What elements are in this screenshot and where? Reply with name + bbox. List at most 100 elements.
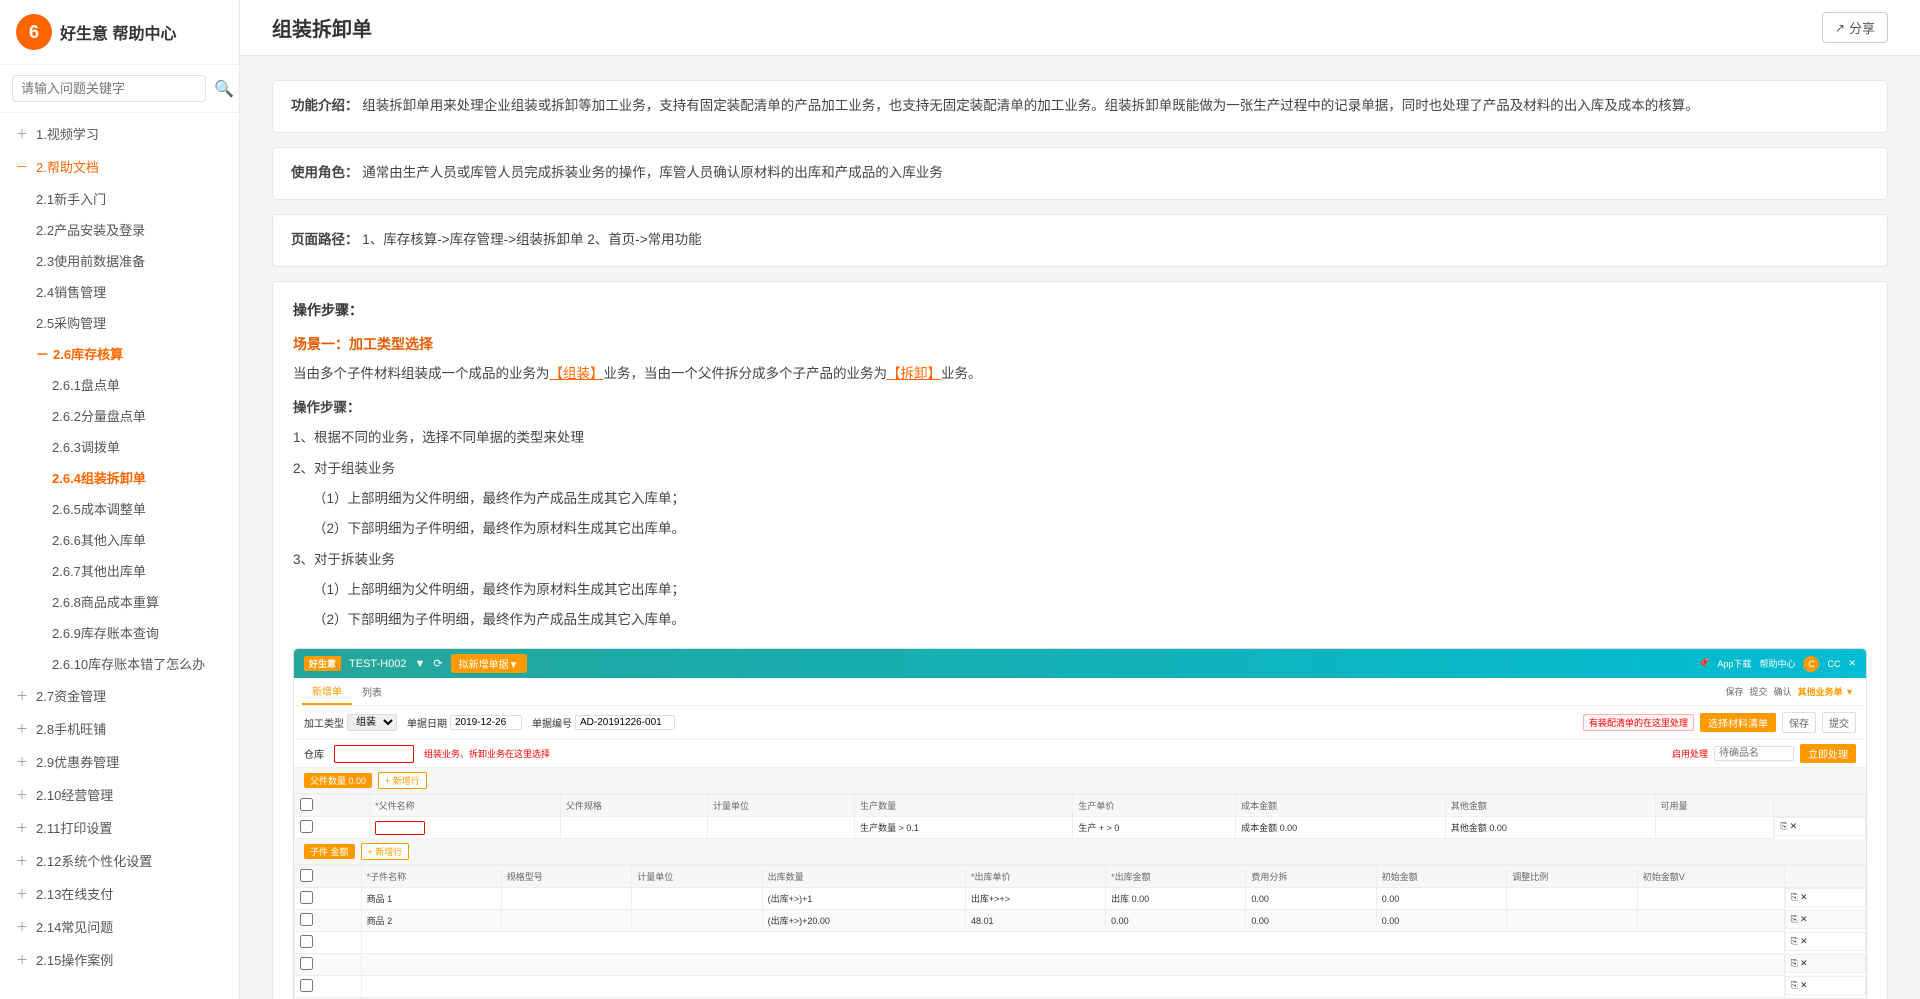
content-area: 功能介绍： 组装拆卸单用来处理企业组装或拆卸等加工业务，支持有固定装配清单的产品… — [240, 56, 1920, 999]
share-icon: ↗ — [1835, 21, 1845, 35]
screenshot-warehouse-input-highlight[interactable] — [334, 745, 414, 763]
sidebar-item-2-6-3[interactable]: 2.6.3调拨单 — [0, 431, 239, 462]
chaichuan-link[interactable]: 【拆卸】 — [887, 366, 941, 381]
screenshot-submit-btn2[interactable]: 提交 — [1822, 712, 1856, 733]
screenshot-avatar: C — [1803, 656, 1819, 672]
share-button[interactable]: ↗ 分享 — [1822, 12, 1888, 43]
screenshot-select-bom-btn[interactable]: 选择材料清单 — [1700, 713, 1776, 732]
plus-icon-2-11: ＋ — [16, 819, 30, 836]
screenshot-date-label: 单据日期 — [407, 715, 447, 730]
sidebar-item-2-4[interactable]: 2.4销售管理 — [0, 276, 239, 307]
screenshot-qiyong: 启用处理 立即处理 — [1672, 744, 1856, 763]
main-header: 组装拆卸单 ↗ 分享 — [240, 0, 1920, 56]
sidebar-item-2-6-9[interactable]: 2.6.9库存账本查询 — [0, 617, 239, 648]
step1-text: 1、根据不同的业务，选择不同单据的类型来处理 — [293, 426, 1867, 450]
sidebar-item-2-6-5[interactable]: 2.6.5成本调整单 — [0, 493, 239, 524]
screenshot-add-parent-btn[interactable]: + 新增行 — [378, 772, 427, 789]
screenshot-form-date: 单据日期 — [407, 715, 522, 730]
sidebar-item-2-14[interactable]: ＋ 2.14常见问题 — [0, 910, 239, 943]
page-title: 组装拆卸单 — [272, 13, 372, 42]
screenshot-code-input[interactable] — [575, 715, 675, 730]
sidebar-item-2-5[interactable]: 2.5采购管理 — [0, 307, 239, 338]
table-row: 商品 2 (出库+>)+20.00 48.01 0.00 0.00 0.00 — [295, 910, 1866, 932]
screenshot-refresh-icon: ⟳ — [433, 657, 442, 670]
screenshot-table1-container: *父件名称 父件规格 计量单位 生产数量 生产单价 成本金额 其他金额 可用量 — [294, 794, 1866, 839]
sidebar-item-2-2-label: 2.2产品安装及登录 — [36, 220, 145, 239]
sidebar-item-2-10[interactable]: ＋ 2.10经营管理 — [0, 778, 239, 811]
screenshot-type-select[interactable]: 组装 拆卸 — [347, 714, 397, 731]
sidebar-item-2-6-8[interactable]: 2.6.8商品成本重算 — [0, 586, 239, 617]
screenshot-tab-new[interactable]: 新增单 — [302, 678, 352, 705]
screenshot-qiyong-input[interactable] — [1714, 746, 1794, 761]
screenshot-row2-del-icon[interactable]: ✕ — [1800, 892, 1808, 903]
screenshot-row2-copy-icon[interactable]: ⎘ — [1791, 892, 1798, 903]
screenshot-row3-del-icon[interactable]: ✕ — [1800, 914, 1808, 925]
sidebar-item-2-3-label: 2.3使用前数据准备 — [36, 251, 145, 270]
screenshot-tab-actions: 保存 提交 确认 其他业务单 ▼ — [1726, 685, 1858, 698]
screenshot-save-btn[interactable]: 保存 — [1782, 712, 1816, 733]
screenshot-form-row: 加工类型 组装 拆卸 — [304, 714, 397, 731]
sidebar-item-2-6-2-label: 2.6.2分量盘点单 — [52, 406, 146, 425]
main-content: 组装拆卸单 ↗ 分享 功能介绍： 组装拆卸单用来处理企业组装或拆卸等加工业务，支… — [240, 0, 1920, 999]
minus-icon: － — [16, 158, 30, 175]
sidebar-item-2-6-1[interactable]: 2.6.1盘点单 — [0, 369, 239, 400]
screenshot-row-del-icon[interactable]: ✕ — [1790, 821, 1798, 832]
screenshot-qiyong-btn[interactable]: 立即处理 — [1800, 744, 1856, 763]
intro-label: 功能介绍： — [291, 98, 359, 113]
sidebar-item-2-10-label: 2.10经营管理 — [36, 785, 113, 804]
plus-icon: ＋ — [16, 125, 30, 142]
sidebar-item-2[interactable]: － 2.帮助文档 — [0, 150, 239, 183]
sidebar-item-2-13[interactable]: ＋ 2.13在线支付 — [0, 877, 239, 910]
screenshot-code-label: 单据编号 — [532, 715, 572, 730]
sidebar-item-2-11[interactable]: ＋ 2.11打印设置 — [0, 811, 239, 844]
sidebar-item-2-6-8-label: 2.6.8商品成本重算 — [52, 592, 159, 611]
screenshot-date-input[interactable] — [450, 715, 522, 730]
sidebar-item-2-12-label: 2.12系统个性化设置 — [36, 851, 152, 870]
screenshot-parent-section: 父件数量 0.00 + 新增行 — [294, 768, 1866, 794]
sidebar-item-2-12[interactable]: ＋ 2.12系统个性化设置 — [0, 844, 239, 877]
sidebar-item-2-7[interactable]: ＋ 2.7资金管理 — [0, 679, 239, 712]
plus-icon-2-10: ＋ — [16, 786, 30, 803]
sidebar-item-2-8[interactable]: ＋ 2.8手机旺铺 — [0, 712, 239, 745]
search-input[interactable] — [12, 75, 206, 102]
screenshot-table2-container: *子件名称 规格型号 计量单位 出库数量 *出库单价 *出库金额 费用分拆 初始… — [294, 865, 1866, 999]
plus-icon-2-12: ＋ — [16, 852, 30, 869]
sidebar-item-2-6-2[interactable]: 2.6.2分量盘点单 — [0, 400, 239, 431]
screenshot-new-order-btn[interactable]: 拟新增单据▼ — [451, 654, 527, 673]
sidebar-item-2-3[interactable]: 2.3使用前数据准备 — [0, 245, 239, 276]
step2-sub1: （1）上部明细为父件明细，最终作为产成品生成其它入库单； — [293, 487, 1867, 511]
step3-sub2: （2）下部明细为子件明细，最终作为产成品生成其它入库单。 — [293, 608, 1867, 632]
screenshot-username: CC — [1827, 659, 1840, 669]
sidebar-item-1-label: 1.视频学习 — [36, 124, 99, 143]
step3-sub1: （1）上部明细为父件明细，最终作为原材料生成其它出库单； — [293, 578, 1867, 602]
screenshot-table1-col-4: 生产数量 — [855, 795, 1073, 817]
screenshot-add-child-btn[interactable]: + 新增行 — [361, 843, 410, 860]
sidebar-item-2-5-label: 2.5采购管理 — [36, 313, 106, 332]
sidebar-item-2-6-1-label: 2.6.1盘点单 — [52, 375, 120, 394]
sidebar-item-2-8-label: 2.8手机旺铺 — [36, 719, 106, 738]
sidebar-item-2-2[interactable]: 2.2产品安装及登录 — [0, 214, 239, 245]
sidebar-item-2-15[interactable]: ＋ 2.15操作案例 — [0, 943, 239, 976]
zuangzhuang-link[interactable]: 【组装】 — [550, 366, 604, 381]
screenshot-row-copy-icon[interactable]: ⎘ — [1780, 821, 1787, 832]
sidebar-item-2-6-5-label: 2.6.5成本调整单 — [52, 499, 146, 518]
screenshot-row3-copy-icon[interactable]: ⎘ — [1791, 914, 1798, 925]
screenshot-table1-col-3: 计量单位 — [707, 795, 854, 817]
screenshot-more-btn[interactable]: 其他业务单 ▼ — [1798, 685, 1854, 698]
screenshot-help-label: 帮助中心 — [1759, 657, 1795, 670]
sidebar-item-2-6-4[interactable]: 2.6.4组装拆卸单 — [0, 462, 239, 493]
screenshot-submit-label: 提交 — [1750, 685, 1768, 698]
sidebar-item-1[interactable]: ＋ 1.视频学习 — [0, 117, 239, 150]
screenshot-table1-col-7: 其他金额 — [1445, 795, 1655, 817]
screenshot-tab-list[interactable]: 列表 — [352, 679, 392, 704]
sidebar-item-2-9[interactable]: ＋ 2.9优惠券管理 — [0, 745, 239, 778]
screenshot-parent-name-highlight[interactable] — [375, 821, 425, 835]
sidebar-item-2-6[interactable]: － 2.6库存核算 — [0, 338, 239, 369]
path-text: 1、库存核算->库存管理->组装拆卸单 2、首页->常用功能 — [362, 232, 701, 247]
sidebar-item-2-6-10[interactable]: 2.6.10库存账本错了怎么办 — [0, 648, 239, 679]
sidebar-item-2-6-6[interactable]: 2.6.6其他入库单 — [0, 524, 239, 555]
screenshot-pin-icon: 📌 — [1698, 658, 1709, 669]
sidebar-item-2-1[interactable]: 2.1新手入门 — [0, 183, 239, 214]
search-button[interactable]: 🔍 — [212, 77, 236, 101]
sidebar-item-2-6-7[interactable]: 2.6.7其他出库单 — [0, 555, 239, 586]
